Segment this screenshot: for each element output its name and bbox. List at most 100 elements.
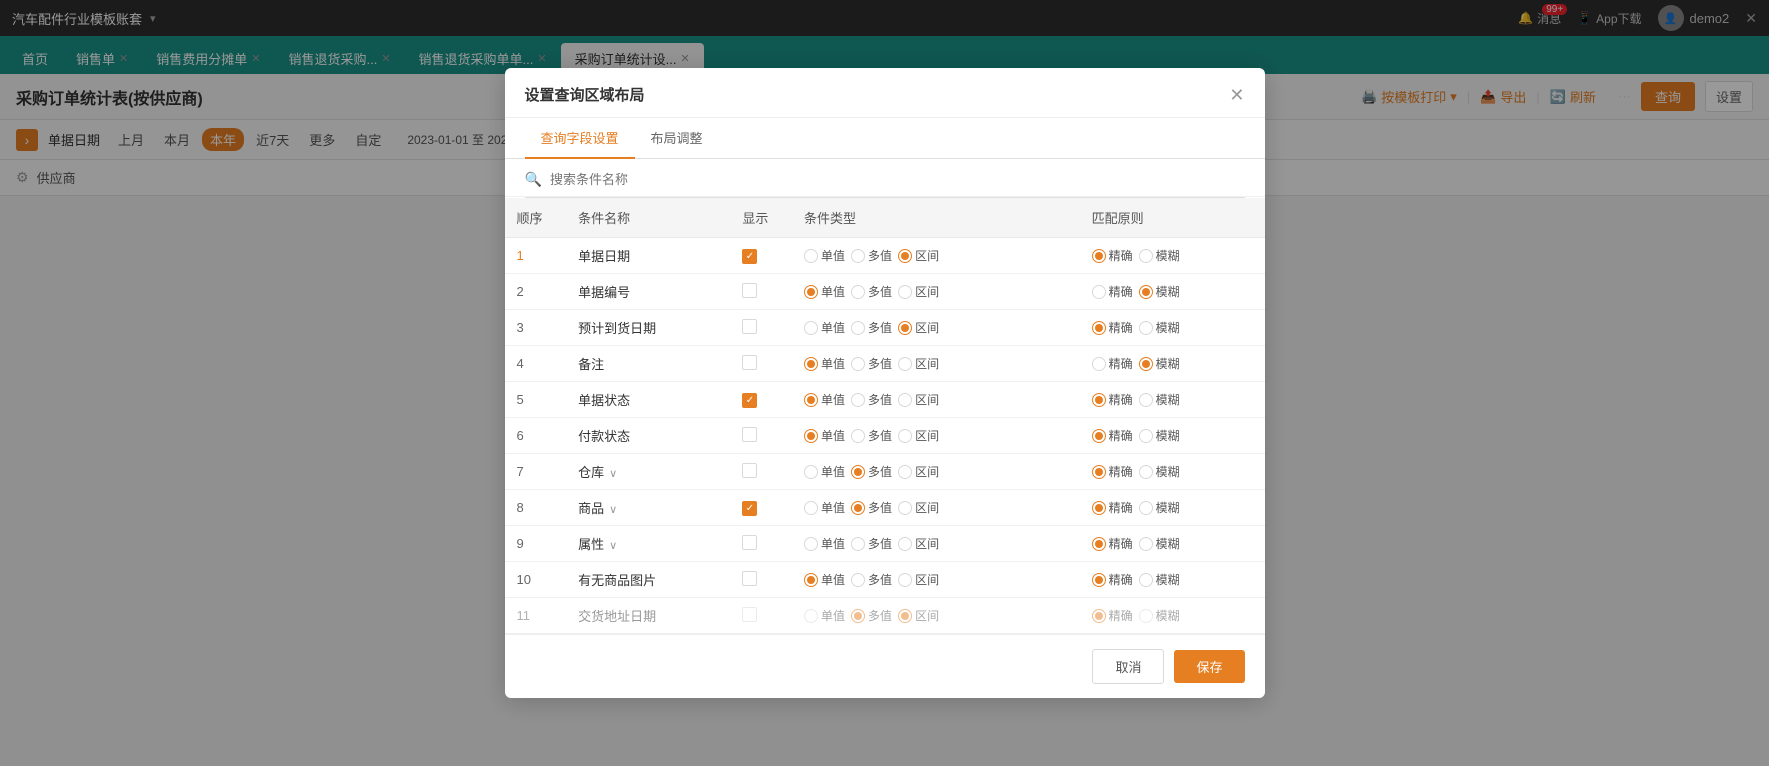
match-fuzzy-radio[interactable]: 模糊 xyxy=(1139,319,1180,336)
match-exact-radio[interactable]: 精确 xyxy=(1092,283,1133,300)
show-checkbox[interactable] xyxy=(742,535,757,550)
row-match-4: 精确模糊 xyxy=(1080,382,1265,418)
match-exact-radio[interactable]: 精确 xyxy=(1092,355,1133,372)
row-seq-3: 4 xyxy=(505,346,567,382)
tab-layout-adjust[interactable]: 布局调整 xyxy=(635,118,719,159)
radio-circle xyxy=(851,501,865,515)
type-range-radio[interactable]: 区间 xyxy=(898,319,939,336)
type-single-radio[interactable]: 单值 xyxy=(804,319,845,336)
radio-label: 模糊 xyxy=(1156,427,1180,444)
name-dropdown-icon[interactable]: ∨ xyxy=(606,468,617,480)
search-input[interactable] xyxy=(550,172,1245,187)
show-checkbox[interactable] xyxy=(742,607,757,622)
row-check-0[interactable]: ✓ xyxy=(730,238,792,274)
type-single-radio[interactable]: 单值 xyxy=(804,607,845,624)
modal-close-button[interactable]: ✕ xyxy=(1229,86,1244,104)
row-check-4[interactable]: ✓ xyxy=(730,382,792,418)
row-match-8: 精确模糊 xyxy=(1080,526,1265,562)
match-fuzzy-radio[interactable]: 模糊 xyxy=(1139,535,1180,552)
row-check-9[interactable] xyxy=(730,562,792,598)
show-checkbox[interactable] xyxy=(742,355,757,370)
match-exact-radio[interactable]: 精确 xyxy=(1092,463,1133,480)
match-exact-radio[interactable]: 精确 xyxy=(1092,391,1133,408)
row-check-5[interactable] xyxy=(730,418,792,454)
show-checkbox[interactable] xyxy=(742,571,757,586)
name-dropdown-icon[interactable]: ∨ xyxy=(606,504,617,516)
type-multi-radio[interactable]: 多值 xyxy=(851,607,892,624)
type-multi-radio[interactable]: 多值 xyxy=(851,247,892,264)
type-multi-radio[interactable]: 多值 xyxy=(851,283,892,300)
row-check-1[interactable] xyxy=(730,274,792,310)
row-match-3: 精确模糊 xyxy=(1080,346,1265,382)
type-range-radio[interactable]: 区间 xyxy=(898,535,939,552)
type-multi-radio[interactable]: 多值 xyxy=(851,427,892,444)
save-button[interactable]: 保存 xyxy=(1174,650,1244,683)
type-single-radio[interactable]: 单值 xyxy=(804,499,845,516)
modal-search-area: 🔍 xyxy=(505,159,1265,197)
type-range-radio[interactable]: 区间 xyxy=(898,607,939,624)
type-range-radio[interactable]: 区间 xyxy=(898,463,939,480)
type-multi-radio[interactable]: 多值 xyxy=(851,319,892,336)
match-fuzzy-radio[interactable]: 模糊 xyxy=(1139,247,1180,264)
match-fuzzy-radio[interactable]: 模糊 xyxy=(1139,607,1180,624)
row-name-0: 单据日期 xyxy=(566,238,730,274)
match-fuzzy-radio[interactable]: 模糊 xyxy=(1139,571,1180,588)
match-fuzzy-radio[interactable]: 模糊 xyxy=(1139,283,1180,300)
show-checkbox[interactable] xyxy=(742,283,757,298)
type-multi-radio[interactable]: 多值 xyxy=(851,535,892,552)
type-single-radio[interactable]: 单值 xyxy=(804,355,845,372)
row-check-8[interactable] xyxy=(730,526,792,562)
match-fuzzy-radio[interactable]: 模糊 xyxy=(1139,499,1180,516)
radio-label: 区间 xyxy=(915,319,939,336)
show-checkbox[interactable]: ✓ xyxy=(742,249,757,264)
type-range-radio[interactable]: 区间 xyxy=(898,283,939,300)
type-range-radio[interactable]: 区间 xyxy=(898,571,939,588)
match-exact-radio[interactable]: 精确 xyxy=(1092,607,1133,624)
row-name-5: 付款状态 xyxy=(566,418,730,454)
type-range-radio[interactable]: 区间 xyxy=(898,499,939,516)
show-checkbox[interactable] xyxy=(742,319,757,334)
cancel-button[interactable]: 取消 xyxy=(1092,649,1164,684)
type-multi-radio[interactable]: 多值 xyxy=(851,463,892,480)
name-dropdown-icon[interactable]: ∨ xyxy=(606,540,617,552)
show-checkbox[interactable]: ✓ xyxy=(742,501,757,516)
type-multi-radio[interactable]: 多值 xyxy=(851,499,892,516)
type-multi-radio[interactable]: 多值 xyxy=(851,571,892,588)
match-exact-radio[interactable]: 精确 xyxy=(1092,499,1133,516)
match-fuzzy-radio[interactable]: 模糊 xyxy=(1139,427,1180,444)
match-fuzzy-radio[interactable]: 模糊 xyxy=(1139,391,1180,408)
match-fuzzy-radio[interactable]: 模糊 xyxy=(1139,463,1180,480)
type-range-radio[interactable]: 区间 xyxy=(898,427,939,444)
type-range-radio[interactable]: 区间 xyxy=(898,355,939,372)
type-single-radio[interactable]: 单值 xyxy=(804,391,845,408)
show-checkbox[interactable] xyxy=(742,463,757,478)
type-single-radio[interactable]: 单值 xyxy=(804,571,845,588)
type-range-radio[interactable]: 区间 xyxy=(898,247,939,264)
type-single-radio[interactable]: 单值 xyxy=(804,463,845,480)
type-multi-radio[interactable]: 多值 xyxy=(851,391,892,408)
row-type-9: 单值多值区间 xyxy=(792,562,1080,598)
row-check-6[interactable] xyxy=(730,454,792,490)
row-check-2[interactable] xyxy=(730,310,792,346)
show-checkbox[interactable]: ✓ xyxy=(742,393,757,408)
show-checkbox[interactable] xyxy=(742,427,757,442)
type-single-radio[interactable]: 单值 xyxy=(804,247,845,264)
match-exact-radio[interactable]: 精确 xyxy=(1092,319,1133,336)
row-check-10[interactable] xyxy=(730,598,792,634)
type-range-radio[interactable]: 区间 xyxy=(898,391,939,408)
match-exact-radio[interactable]: 精确 xyxy=(1092,571,1133,588)
type-single-radio[interactable]: 单值 xyxy=(804,535,845,552)
type-single-radio[interactable]: 单值 xyxy=(804,283,845,300)
match-exact-radio[interactable]: 精确 xyxy=(1092,535,1133,552)
type-single-radio[interactable]: 单值 xyxy=(804,427,845,444)
radio-circle xyxy=(1139,429,1153,443)
type-multi-radio[interactable]: 多值 xyxy=(851,355,892,372)
row-check-7[interactable]: ✓ xyxy=(730,490,792,526)
condition-name: 预计到货日期 xyxy=(578,321,656,336)
radio-circle xyxy=(804,537,818,551)
row-check-3[interactable] xyxy=(730,346,792,382)
match-fuzzy-radio[interactable]: 模糊 xyxy=(1139,355,1180,372)
match-exact-radio[interactable]: 精确 xyxy=(1092,427,1133,444)
tab-query-field-settings[interactable]: 查询字段设置 xyxy=(525,118,635,159)
match-exact-radio[interactable]: 精确 xyxy=(1092,247,1133,264)
